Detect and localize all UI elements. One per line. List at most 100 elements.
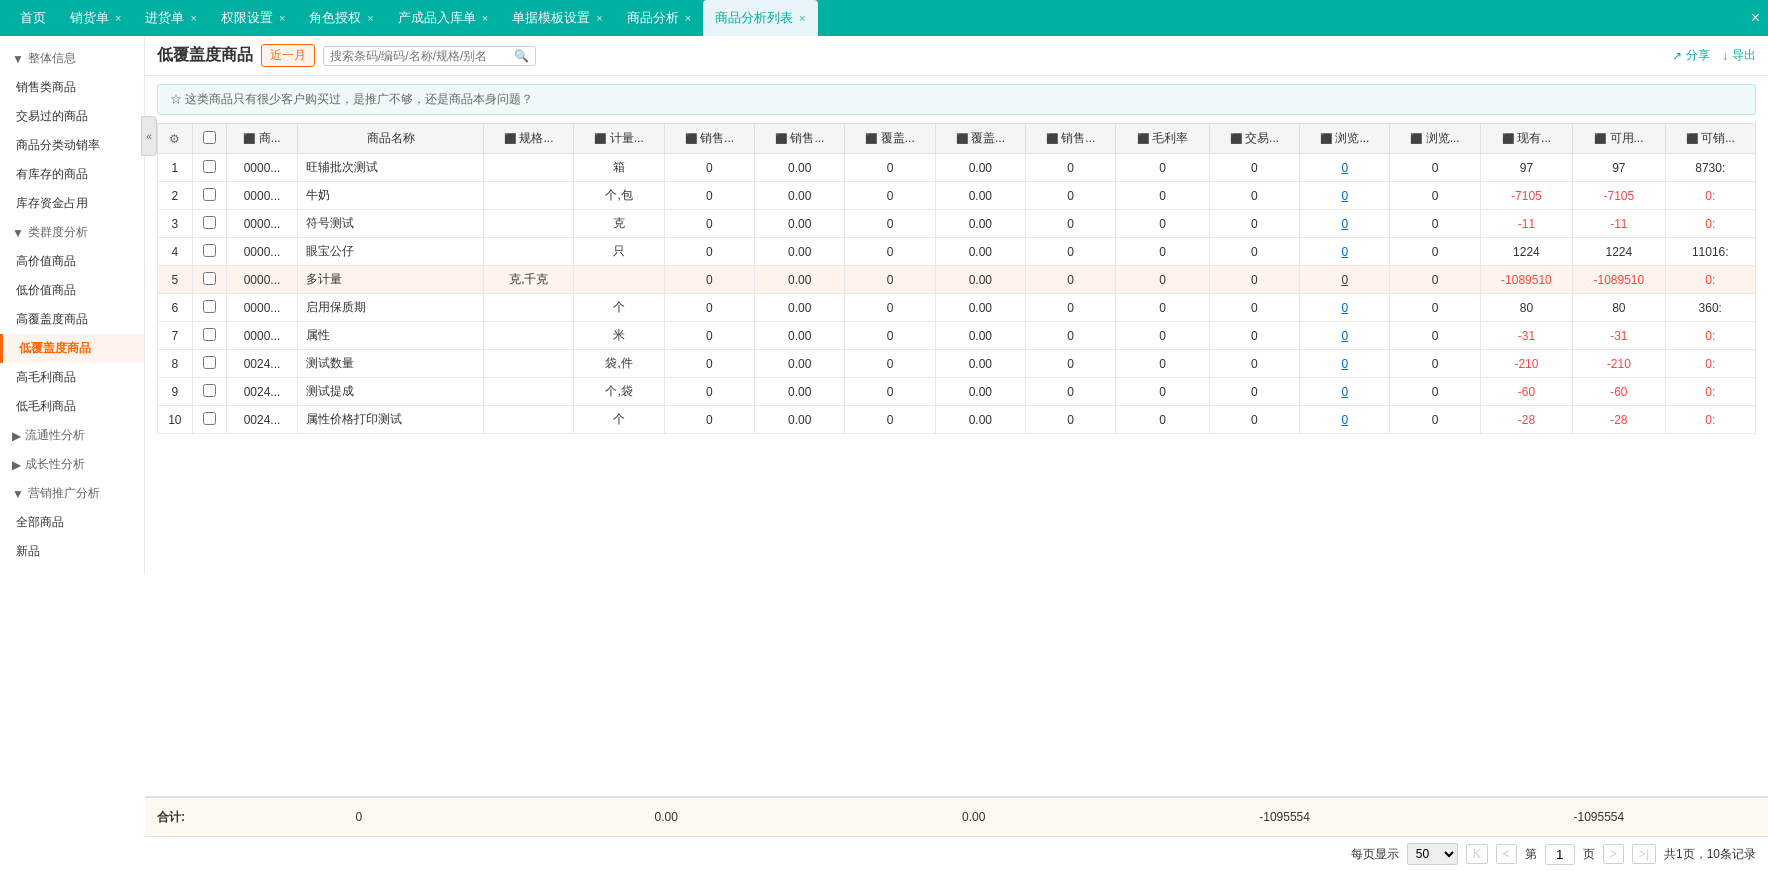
cell-browse1[interactable]: 0 <box>1300 154 1390 182</box>
sidebar-item-新品[interactable]: 新品 <box>0 537 144 566</box>
sidebar-item-交易过的商品[interactable]: 交易过的商品 <box>0 102 144 131</box>
row-checkbox[interactable] <box>203 356 216 369</box>
row-checkbox[interactable] <box>203 384 216 397</box>
settings-icon[interactable]: ⚙ <box>169 132 180 146</box>
sidebar-item-有库存的商品[interactable]: 有库存的商品 <box>0 160 144 189</box>
col-header-spec[interactable]: ⬛ 规格... <box>484 124 574 154</box>
cell-checkbox[interactable] <box>192 322 226 350</box>
row-checkbox[interactable] <box>203 300 216 313</box>
sidebar-item-低毛利商品[interactable]: 低毛利商品 <box>0 392 144 421</box>
sidebar-item-全部商品[interactable]: 全部商品 <box>0 508 144 537</box>
cell-browse1[interactable]: 0 <box>1300 378 1390 406</box>
sidebar-section-流通性分析[interactable]: ▶流通性分析 <box>0 421 144 450</box>
nav-close-icon[interactable]: × <box>367 12 373 24</box>
col-header-unit[interactable]: ⬛ 计量... <box>574 124 664 154</box>
col-header-browse1[interactable]: ⬛ 浏览... <box>1300 124 1390 154</box>
collapse-button[interactable]: « <box>141 116 157 156</box>
nav-item-销货单[interactable]: 销货单× <box>58 0 133 36</box>
nav-close-icon[interactable]: × <box>115 12 121 24</box>
cell-checkbox[interactable] <box>192 238 226 266</box>
cell-browse1[interactable]: 0 <box>1300 350 1390 378</box>
nav-close-icon[interactable]: × <box>482 12 488 24</box>
cell-checkbox[interactable] <box>192 350 226 378</box>
nav-close-icon[interactable]: × <box>799 12 805 24</box>
row-checkbox[interactable] <box>203 412 216 425</box>
row-checkbox[interactable] <box>203 188 216 201</box>
cell-checkbox[interactable] <box>192 154 226 182</box>
prev-page-button[interactable]: < <box>1496 844 1517 864</box>
nav-item-商品分析列表[interactable]: 商品分析列表× <box>703 0 817 36</box>
nav-item-单据模板设置[interactable]: 单据模板设置× <box>500 0 614 36</box>
col-header-available[interactable]: ⬛ 可用... <box>1573 124 1665 154</box>
sidebar-item-商品分类动销率[interactable]: 商品分类动销率 <box>0 131 144 160</box>
cell-checkbox[interactable] <box>192 182 226 210</box>
cell-browse1[interactable]: 0 <box>1300 182 1390 210</box>
cell-browse1[interactable]: 0 <box>1300 266 1390 294</box>
first-page-button[interactable]: K <box>1466 844 1488 864</box>
share-button[interactable]: ↗ 分享 <box>1672 47 1710 64</box>
col-header-sales3[interactable]: ⬛ 销售... <box>1026 124 1116 154</box>
page-size-select[interactable]: 2050100200 <box>1407 843 1458 865</box>
cell-browse1[interactable]: 0 <box>1300 238 1390 266</box>
nav-close-icon[interactable]: × <box>596 12 602 24</box>
sidebar-item-高覆盖度商品[interactable]: 高覆盖度商品 <box>0 305 144 334</box>
col-header-checkbox[interactable] <box>192 124 226 154</box>
sidebar-item-低价值商品[interactable]: 低价值商品 <box>0 276 144 305</box>
cell-checkbox[interactable] <box>192 210 226 238</box>
cell-checkbox[interactable] <box>192 266 226 294</box>
sidebar-item-销售类商品[interactable]: 销售类商品 <box>0 73 144 102</box>
next-page-button[interactable]: > <box>1603 844 1624 864</box>
col-header-transaction[interactable]: ⬛ 交易... <box>1209 124 1299 154</box>
nav-item-商品分析[interactable]: 商品分析× <box>615 0 703 36</box>
sidebar-item-高价值商品[interactable]: 高价值商品 <box>0 247 144 276</box>
col-header-name[interactable]: 商品名称 <box>298 124 484 154</box>
cell-browse1[interactable]: 0 <box>1300 406 1390 434</box>
page-input[interactable] <box>1545 844 1575 865</box>
search-input[interactable] <box>330 49 510 63</box>
nav-close-icon[interactable]: × <box>190 12 196 24</box>
nav-item-进货单[interactable]: 进货单× <box>133 0 208 36</box>
nav-item-首页[interactable]: 首页 <box>8 0 58 36</box>
nav-item-权限设置[interactable]: 权限设置× <box>209 0 297 36</box>
export-button[interactable]: ↓ 导出 <box>1722 47 1756 64</box>
row-checkbox[interactable] <box>203 216 216 229</box>
row-checkbox[interactable] <box>203 272 216 285</box>
table-container[interactable]: ⚙⬛ 商...商品名称⬛ 规格...⬛ 计量...⬛ 销售...⬛ 销售...⬛… <box>145 123 1768 796</box>
row-checkbox[interactable] <box>203 244 216 257</box>
nav-close-icon[interactable]: × <box>685 12 691 24</box>
col-header-coverage1[interactable]: ⬛ 覆盖... <box>845 124 935 154</box>
nav-close-icon[interactable]: × <box>279 12 285 24</box>
nav-item-产成品入库单[interactable]: 产成品入库单× <box>386 0 500 36</box>
col-header-sales2[interactable]: ⬛ 销售... <box>755 124 845 154</box>
cell-browse1[interactable]: 0 <box>1300 210 1390 238</box>
col-header-browse2[interactable]: ⬛ 浏览... <box>1390 124 1480 154</box>
cell-checkbox[interactable] <box>192 294 226 322</box>
row-checkbox[interactable] <box>203 160 216 173</box>
sidebar-item-低覆盖度商品[interactable]: 低覆盖度商品 <box>0 334 144 363</box>
sidebar-section-类群度分析[interactable]: ▼类群度分析 <box>0 218 144 247</box>
col-header-current[interactable]: ⬛ 现有... <box>1480 124 1572 154</box>
col-header-coverage2[interactable]: ⬛ 覆盖... <box>935 124 1025 154</box>
cell-checkbox[interactable] <box>192 406 226 434</box>
col-header-saleable[interactable]: ⬛ 可销... <box>1665 124 1755 154</box>
sidebar-section-营销推广分析[interactable]: ▼营销推广分析 <box>0 479 144 508</box>
col-header-grossMargin[interactable]: ⬛ 毛利率 <box>1116 124 1209 154</box>
cell-browse1[interactable]: 0 <box>1300 322 1390 350</box>
nav-item-角色授权[interactable]: 角色授权× <box>297 0 385 36</box>
col-header-settings[interactable]: ⚙ <box>158 124 193 154</box>
cell-checkbox[interactable] <box>192 378 226 406</box>
col-header-code[interactable]: ⬛ 商... <box>226 124 298 154</box>
close-all-button[interactable]: × <box>1751 9 1760 27</box>
search-icon[interactable]: 🔍 <box>514 49 529 63</box>
cell-browse1[interactable]: 0 <box>1300 294 1390 322</box>
time-filter-button[interactable]: 近一月 <box>261 44 315 67</box>
sidebar-item-库存资金占用[interactable]: 库存资金占用 <box>0 189 144 218</box>
last-page-button[interactable]: >| <box>1632 844 1656 864</box>
sidebar-section-成长性分析[interactable]: ▶成长性分析 <box>0 450 144 479</box>
sidebar-section-整体信息[interactable]: ▼整体信息 <box>0 44 144 73</box>
select-all-checkbox[interactable] <box>203 131 216 144</box>
cell-sales1: 0 <box>664 350 754 378</box>
sidebar-item-高毛利商品[interactable]: 高毛利商品 <box>0 363 144 392</box>
row-checkbox[interactable] <box>203 328 216 341</box>
col-header-sales1[interactable]: ⬛ 销售... <box>664 124 754 154</box>
